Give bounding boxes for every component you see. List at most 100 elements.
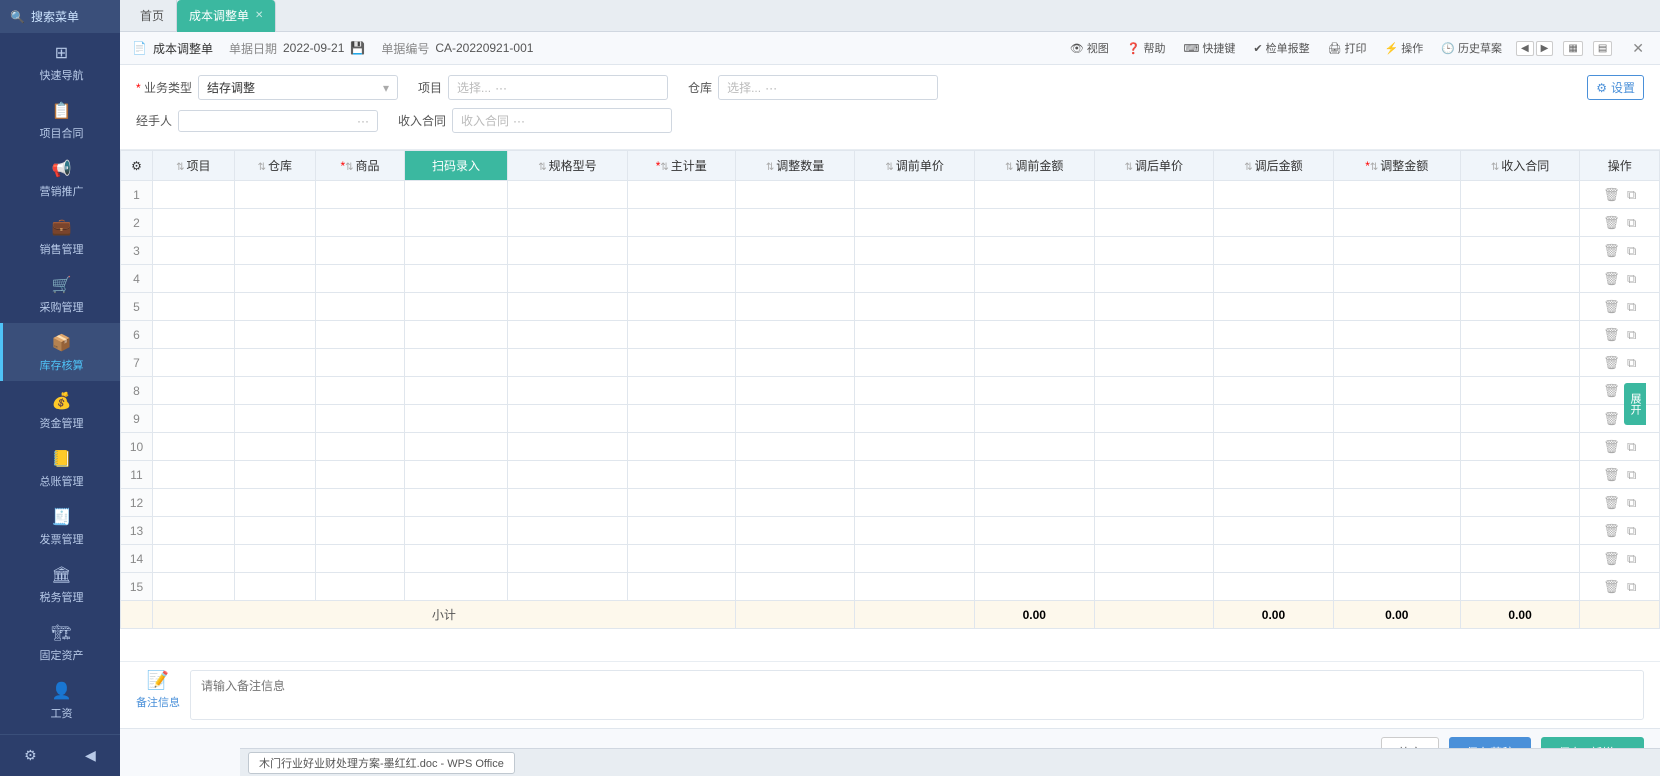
cell-project[interactable] (153, 349, 235, 377)
cell-warehouse[interactable] (234, 321, 316, 349)
cell-adjust-qty[interactable] (735, 489, 855, 517)
th-product[interactable]: *⇅商品 (316, 151, 405, 181)
cell-warehouse[interactable] (234, 573, 316, 601)
cell-warehouse[interactable] (234, 349, 316, 377)
cell-adjust-amount[interactable] (1333, 489, 1460, 517)
cell-after-price[interactable] (1094, 377, 1214, 405)
cell-before-price[interactable] (855, 433, 975, 461)
cell-warehouse[interactable] (234, 209, 316, 237)
tab-close-cost-adjust[interactable]: ✕ (255, 10, 263, 21)
cell-spec[interactable] (508, 517, 628, 545)
cell-unit[interactable] (627, 209, 735, 237)
cell-after-amount[interactable] (1214, 321, 1334, 349)
copy-icon[interactable]: ⧉ (1627, 243, 1636, 258)
cell-after-amount[interactable] (1214, 489, 1334, 517)
cell-before-amount[interactable] (974, 349, 1094, 377)
cell-warehouse[interactable] (234, 461, 316, 489)
cell-spec[interactable] (508, 321, 628, 349)
cell-warehouse[interactable] (234, 489, 316, 517)
cell-adjust-amount[interactable] (1333, 181, 1460, 209)
cell-product[interactable] (316, 461, 405, 489)
cell-adjust-qty[interactable] (735, 517, 855, 545)
copy-icon[interactable]: ⧉ (1627, 187, 1636, 202)
cell-spec[interactable] (508, 293, 628, 321)
cell-before-amount[interactable] (974, 237, 1094, 265)
cell-before-price[interactable] (855, 209, 975, 237)
cell-after-price[interactable] (1094, 461, 1214, 489)
cell-before-price[interactable] (855, 405, 975, 433)
cell-before-price[interactable] (855, 321, 975, 349)
cell-after-price[interactable] (1094, 433, 1214, 461)
close-icon[interactable]: ✕ (1628, 40, 1648, 57)
cell-warehouse[interactable] (234, 237, 316, 265)
cell-before-price[interactable] (855, 265, 975, 293)
cell-income-contract[interactable] (1460, 545, 1580, 573)
cell-project[interactable] (153, 517, 235, 545)
cell-before-amount[interactable] (974, 209, 1094, 237)
toolbar-view[interactable]: 👁 视图 (1066, 38, 1113, 58)
cell-after-price[interactable] (1094, 489, 1214, 517)
cell-before-amount[interactable] (974, 433, 1094, 461)
cell-income-contract[interactable] (1460, 181, 1580, 209)
layout-list[interactable]: ▤ (1593, 41, 1612, 56)
cell-after-price[interactable] (1094, 545, 1214, 573)
copy-icon[interactable]: ⧉ (1627, 439, 1636, 454)
cell-spec[interactable] (508, 237, 628, 265)
cell-unit[interactable] (627, 517, 735, 545)
cell-unit[interactable] (627, 181, 735, 209)
cell-spec[interactable] (508, 489, 628, 517)
cell-after-price[interactable] (1094, 209, 1214, 237)
warehouse-dots[interactable]: ··· (765, 81, 777, 95)
cell-after-price[interactable] (1094, 321, 1214, 349)
cell-adjust-amount[interactable] (1333, 573, 1460, 601)
toolbar-help[interactable]: ❓ 帮助 (1123, 38, 1170, 58)
cell-adjust-qty[interactable] (735, 181, 855, 209)
cell-adjust-amount[interactable] (1333, 461, 1460, 489)
project-select[interactable]: 选择... ··· (448, 75, 668, 100)
cell-after-amount[interactable] (1214, 237, 1334, 265)
tab-home[interactable]: 首页 (128, 0, 177, 32)
cell-adjust-qty[interactable] (735, 265, 855, 293)
delete-icon[interactable]: 🗑 (1603, 551, 1620, 566)
cell-warehouse[interactable] (234, 377, 316, 405)
cell-after-amount[interactable] (1214, 349, 1334, 377)
copy-icon[interactable]: ⧉ (1627, 299, 1636, 314)
cell-spec[interactable] (508, 181, 628, 209)
cell-before-price[interactable] (855, 293, 975, 321)
cell-unit[interactable] (627, 293, 735, 321)
th-before-amount[interactable]: ⇅调前金额 (974, 151, 1094, 181)
cell-after-amount[interactable] (1214, 517, 1334, 545)
cell-adjust-amount[interactable] (1333, 405, 1460, 433)
table-wrapper[interactable]: ⚙ ⇅项目 ⇅仓库 *⇅商品 扫码录入 ⇅规格型号 *⇅主计量 ⇅调整数量 ⇅调… (120, 150, 1660, 661)
cell-project[interactable] (153, 573, 235, 601)
cell-before-amount[interactable] (974, 321, 1094, 349)
delete-icon[interactable]: 🗑 (1603, 327, 1620, 342)
delete-icon[interactable]: 🗑 (1603, 383, 1620, 398)
cell-warehouse[interactable] (234, 433, 316, 461)
cell-after-amount[interactable] (1214, 433, 1334, 461)
cell-before-price[interactable] (855, 377, 975, 405)
cell-after-amount[interactable] (1214, 209, 1334, 237)
cell-project[interactable] (153, 321, 235, 349)
cell-income-contract[interactable] (1460, 433, 1580, 461)
cell-spec[interactable] (508, 405, 628, 433)
cell-after-price[interactable] (1094, 573, 1214, 601)
cell-income-contract[interactable] (1460, 265, 1580, 293)
copy-icon[interactable]: ⧉ (1627, 215, 1636, 230)
delete-icon[interactable]: 🗑 (1603, 243, 1620, 258)
cell-adjust-qty[interactable] (735, 573, 855, 601)
cell-adjust-amount[interactable] (1333, 293, 1460, 321)
toolbar-print[interactable]: 🖨 打印 (1324, 38, 1371, 58)
nav-next[interactable]: ▶ (1536, 41, 1554, 56)
cell-income-contract[interactable] (1460, 573, 1580, 601)
cell-unit[interactable] (627, 433, 735, 461)
cell-before-amount[interactable] (974, 405, 1094, 433)
copy-icon[interactable]: ⧉ (1627, 551, 1636, 566)
sidebar-item-assets[interactable]: 🏗固定资产 (0, 613, 120, 671)
collapse-icon[interactable]: ◀ (77, 743, 104, 768)
cell-after-amount[interactable] (1214, 461, 1334, 489)
toolbar-check[interactable]: ✔ 检单报整 (1249, 38, 1313, 58)
delete-icon[interactable]: 🗑 (1603, 299, 1620, 314)
cell-before-amount[interactable] (974, 461, 1094, 489)
settings-button[interactable]: ⚙ 设置 (1587, 75, 1644, 100)
